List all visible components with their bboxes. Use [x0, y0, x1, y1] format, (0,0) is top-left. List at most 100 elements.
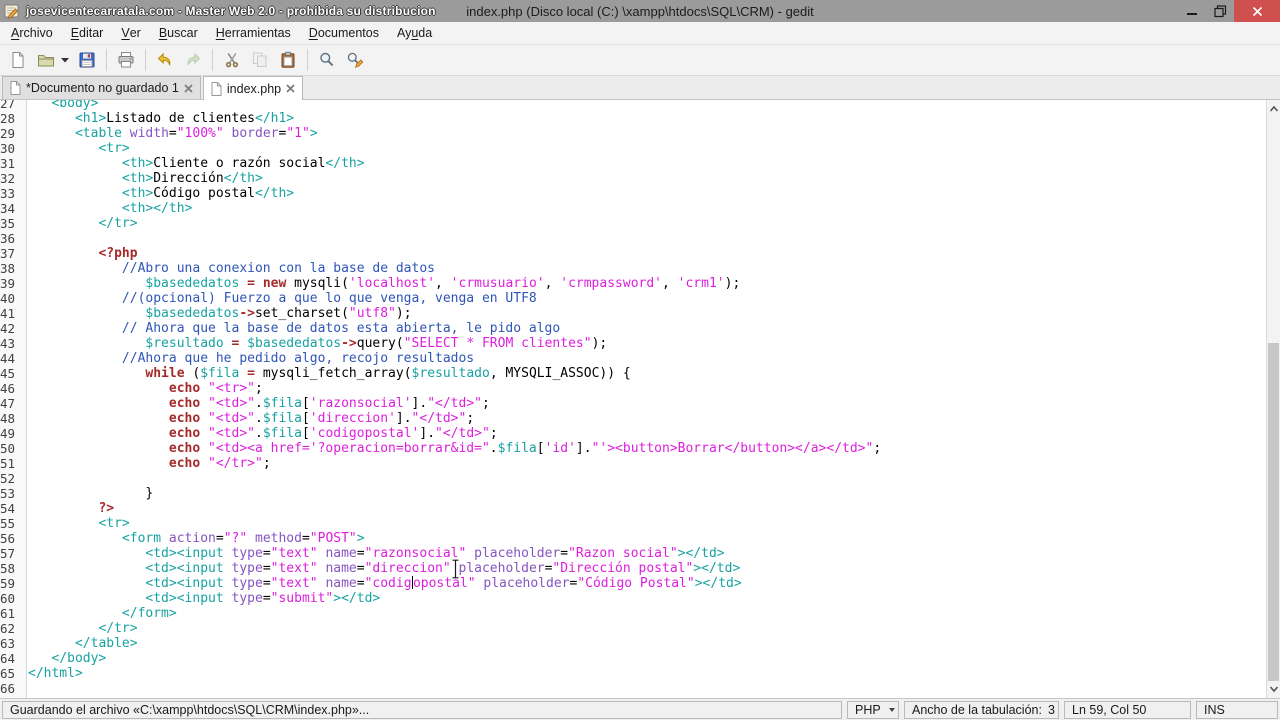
- code-line: 32 <th>Dirección</th>: [0, 171, 1266, 186]
- line-number: 47: [0, 396, 16, 411]
- line-code: <?php: [98, 246, 138, 261]
- gedit-window: josevicentecarratala.com - Master Web 2.…: [0, 0, 1280, 720]
- menu-item-ver[interactable]: Ver: [112, 22, 149, 44]
- undo-button[interactable]: [152, 47, 178, 73]
- paste-button[interactable]: [275, 47, 301, 73]
- line-code: </body>: [51, 651, 107, 666]
- open-folder-button[interactable]: [33, 47, 59, 73]
- code-line: 31 <th>Cliente o razón social</th>: [0, 156, 1266, 171]
- scroll-up-arrow-icon[interactable]: [1267, 102, 1280, 116]
- line-number: 41: [0, 306, 16, 321]
- new-document-button[interactable]: [5, 47, 31, 73]
- menu-item-documentos[interactable]: Documentos: [300, 22, 388, 44]
- line-code: <body>: [51, 100, 99, 111]
- code-line: 60 <td><input type="submit"></td>: [0, 591, 1266, 606]
- code-line: 35 </tr>: [0, 216, 1266, 231]
- code-line: 44 //Ahora que he pedido algo, recojo re…: [0, 351, 1266, 366]
- tab-index-php[interactable]: index.php: [202, 76, 304, 100]
- line-number: 62: [0, 621, 16, 636]
- line-number: 39: [0, 276, 16, 291]
- toolbar-separator: [307, 49, 308, 71]
- titlebar: josevicentecarratala.com - Master Web 2.…: [0, 0, 1280, 22]
- line-number: 28: [0, 111, 16, 126]
- open-dropdown-button[interactable]: [58, 47, 72, 73]
- line-number: 66: [0, 681, 16, 696]
- line-number: 51: [0, 456, 16, 471]
- line-number: 31: [0, 156, 16, 171]
- tab-documento-no-guardado-1[interactable]: *Documento no guardado 1: [2, 76, 201, 99]
- line-code: echo "</tr>";: [168, 456, 271, 471]
- line-number: 35: [0, 216, 16, 231]
- line-number: 50: [0, 441, 16, 456]
- line-number: 54: [0, 501, 16, 516]
- menu-item-buscar[interactable]: Buscar: [150, 22, 207, 44]
- language-dropdown[interactable]: PHP: [847, 700, 899, 719]
- close-button[interactable]: [1234, 0, 1280, 22]
- print-button[interactable]: [113, 47, 139, 73]
- code-line: 63 </table>: [0, 636, 1266, 651]
- restore-icon: [1213, 4, 1226, 17]
- window-title: index.php (Disco local (C:) \xampp\htdoc…: [466, 3, 814, 19]
- minimize-button[interactable]: [1178, 0, 1206, 22]
- editor-area[interactable]: 27 <body> 28 <h1>Listado de clientes</h1>…: [0, 100, 1280, 698]
- toolbar: [0, 45, 1280, 76]
- line-number: 29: [0, 126, 16, 141]
- line-number: 63: [0, 636, 16, 651]
- document-icon: [10, 81, 21, 95]
- redo-button[interactable]: [180, 47, 206, 73]
- line-code: <table width="100%" border="1">: [74, 126, 318, 141]
- code-line: 51 echo "</tr>";: [0, 456, 1266, 471]
- search-button[interactable]: [314, 47, 340, 73]
- line-code: </table>: [74, 636, 138, 651]
- save-icon: [78, 51, 96, 69]
- line-code: echo "<tr>";: [168, 381, 263, 396]
- code-lines: 27 <body> 28 <h1>Listado de clientes</h1>…: [0, 100, 1266, 696]
- scroll-down-arrow-icon[interactable]: [1267, 682, 1280, 696]
- maximize-button[interactable]: [1206, 0, 1234, 22]
- line-code: }: [28, 486, 154, 501]
- line-code: <th>Cliente o razón social</th>: [121, 156, 365, 171]
- tab-width-dropdown[interactable]: Ancho de la tabulación: 3: [904, 700, 1059, 719]
- scrollbar-thumb[interactable]: [1268, 343, 1279, 681]
- line-code: $basededatos->set_charset("utf8");: [145, 306, 412, 321]
- tab-close-icon[interactable]: [286, 84, 295, 93]
- line-number: 53: [0, 486, 16, 501]
- code-line: 53 }: [0, 486, 1266, 501]
- line-number: 33: [0, 186, 16, 201]
- paste-icon: [279, 51, 297, 69]
- open-dropdown-icon: [59, 51, 71, 69]
- copy-button[interactable]: [247, 47, 273, 73]
- line-number: 58: [0, 561, 16, 576]
- code-line: 28 <h1>Listado de clientes</h1>: [0, 111, 1266, 126]
- code-line: 62 </tr>: [0, 621, 1266, 636]
- save-button[interactable]: [74, 47, 100, 73]
- line-number: 55: [0, 516, 16, 531]
- line-code: </form>: [121, 606, 177, 621]
- cut-icon: [223, 51, 241, 69]
- print-icon: [117, 51, 135, 69]
- line-code: </html>: [28, 666, 83, 681]
- line-number: 59: [0, 576, 16, 591]
- menu-item-editar[interactable]: Editar: [62, 22, 113, 44]
- line-code: echo "<td>".$fila['codigopostal']."</td>…: [168, 426, 498, 441]
- code-line: 45 while ($fila = mysqli_fetch_array($re…: [0, 366, 1266, 381]
- code-line: 48 echo "<td>".$fila['direccion']."</td>…: [0, 411, 1266, 426]
- vertical-scrollbar[interactable]: [1266, 100, 1280, 698]
- code-line: 52: [0, 471, 1266, 486]
- search-replace-button[interactable]: [342, 47, 368, 73]
- code-line: 46 echo "<tr>";: [0, 381, 1266, 396]
- tab-close-icon[interactable]: [184, 83, 193, 93]
- line-code: //Ahora que he pedido algo, recojo resul…: [121, 351, 475, 366]
- line-code: <td><input type="text" name="razonsocial…: [145, 546, 725, 561]
- line-number: 44: [0, 351, 16, 366]
- cut-button[interactable]: [219, 47, 245, 73]
- line-code: $basededatos = new mysqli('localhost', '…: [145, 276, 741, 291]
- menu-item-herramientas[interactable]: Herramientas: [207, 22, 300, 44]
- menu-item-archivo[interactable]: Archivo: [2, 22, 62, 44]
- line-code: </tr>: [98, 621, 138, 636]
- line-code: <th>Dirección</th>: [121, 171, 263, 186]
- line-number: 43: [0, 336, 16, 351]
- menu-item-ayuda[interactable]: Ay u da: [388, 22, 441, 44]
